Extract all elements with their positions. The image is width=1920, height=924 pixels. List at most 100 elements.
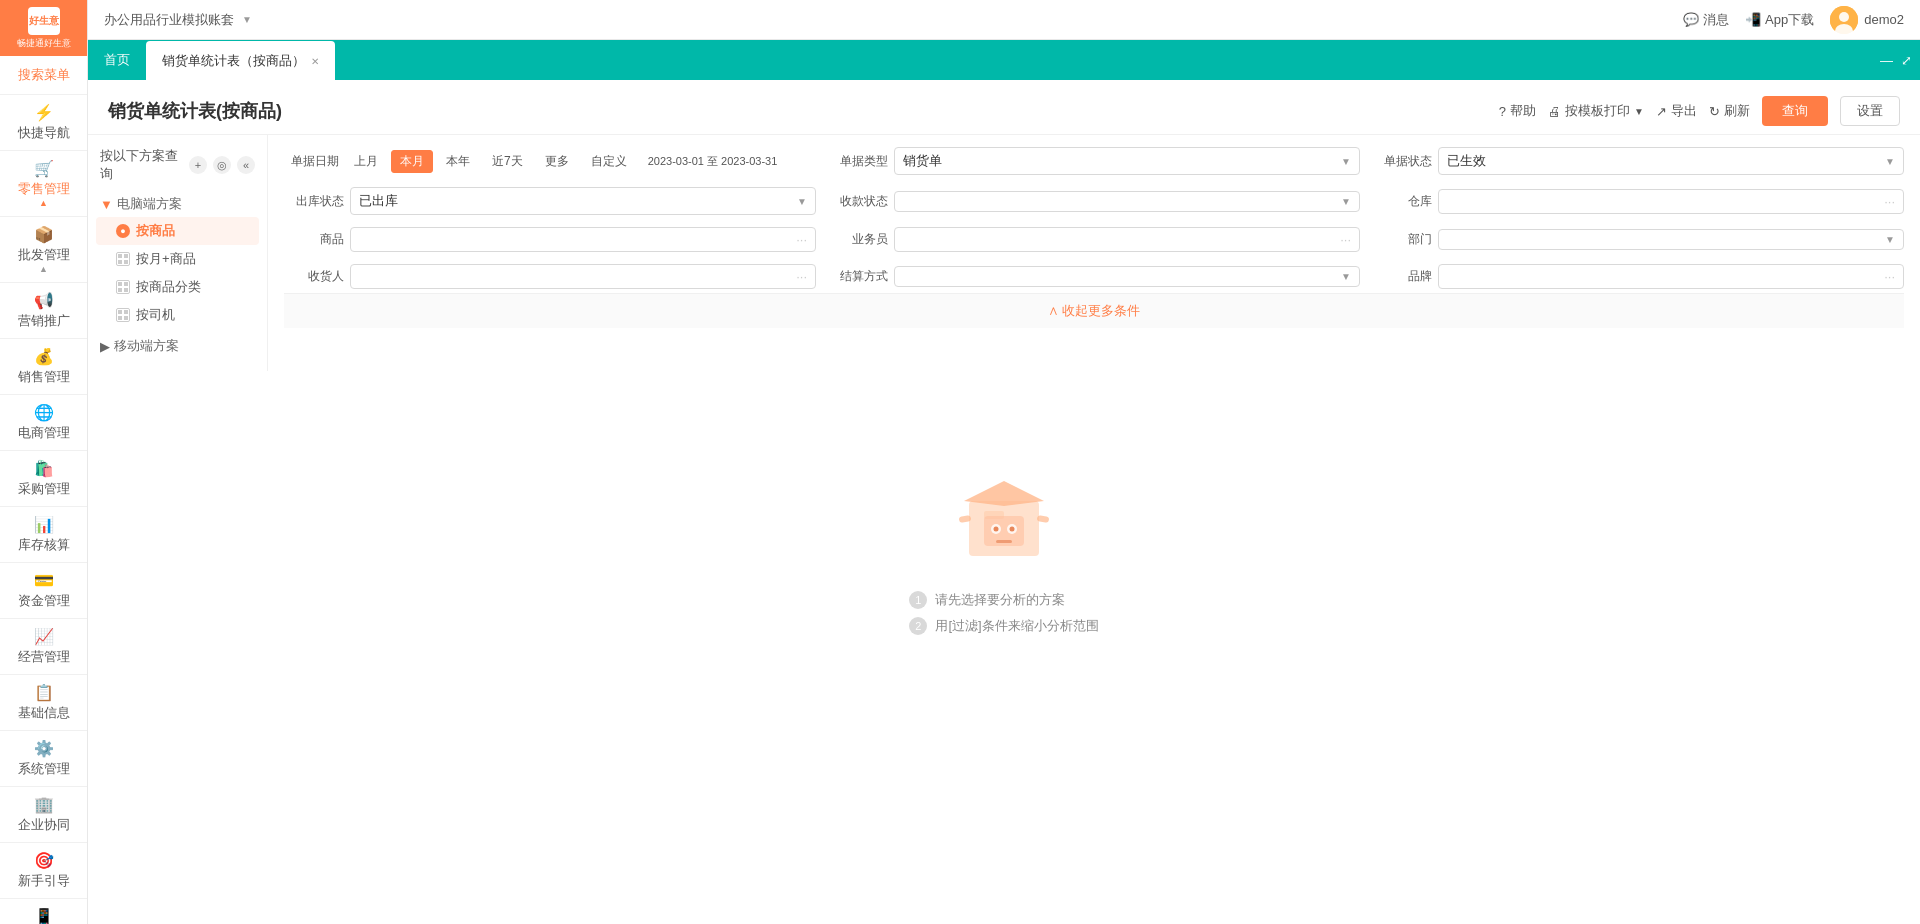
btn-more[interactable]: 更多 xyxy=(536,150,578,173)
right-filter: 单据日期 上月 本月 本年 近7天 更多 自定义 2023-03-01 至 20… xyxy=(268,135,1920,371)
svg-rect-6 xyxy=(124,260,128,264)
tab-close-icon[interactable]: ✕ xyxy=(311,56,319,67)
tab-home[interactable]: 首页 xyxy=(88,40,146,80)
export-button[interactable]: ↗ 导出 xyxy=(1656,102,1697,120)
app-logo: 好生意 畅捷通好生意 xyxy=(0,0,88,56)
pc-section-title[interactable]: ▼ 电脑端方案 xyxy=(96,191,259,217)
department-cell: 部门 ▼ xyxy=(1372,229,1904,250)
warehouse-dots[interactable]: ··· xyxy=(1884,194,1895,209)
scheme-panel: 按以下方案查询 + ◎ « ▼ 电脑端方案 ● xyxy=(88,135,268,371)
sidebar-item-ecommerce[interactable]: 🌐 电商管理 xyxy=(0,395,88,451)
svg-point-22 xyxy=(1010,527,1015,532)
btn-last-7days[interactable]: 近7天 xyxy=(483,150,532,173)
sidebar-item-inventory[interactable]: 📊 库存核算 xyxy=(0,507,88,563)
doc-status-cell: 单据状态 已生效 ▼ xyxy=(1372,147,1904,175)
industry-selector[interactable]: 办公用品行业模拟账套 ▼ xyxy=(104,11,252,29)
btn-custom[interactable]: 自定义 xyxy=(582,150,636,173)
svg-rect-11 xyxy=(118,310,122,314)
sidebar: 好生意 畅捷通好生意 搜索菜单 ⚡ 快捷导航 🛒 零售管理 ▲ 📦 批发管理 ▲… xyxy=(0,0,88,924)
help-icon: ? xyxy=(1499,104,1506,119)
scheme-item-by-product[interactable]: ● 按商品 xyxy=(96,217,259,245)
mobile-section-arrow: ▶ xyxy=(100,339,110,354)
message-button[interactable]: 💬 消息 xyxy=(1683,11,1729,29)
query-button[interactable]: 查询 xyxy=(1762,96,1828,126)
date-label: 单据日期 xyxy=(284,153,339,170)
brand-dots[interactable]: ··· xyxy=(1884,269,1895,284)
product-dots[interactable]: ··· xyxy=(796,232,807,247)
mobile-section-title[interactable]: ▶ 移动端方案 xyxy=(96,333,259,359)
department-select[interactable]: ▼ xyxy=(1438,229,1904,250)
sidebar-item-guide[interactable]: 🎯 新手引导 xyxy=(0,843,88,899)
maximize-icon[interactable]: ⤢ xyxy=(1901,53,1912,68)
retail-icon: 🛒 xyxy=(34,159,54,178)
warehouse-label: 仓库 xyxy=(1372,193,1432,210)
out-status-select[interactable]: 已出库 ▼ xyxy=(350,187,816,215)
svg-rect-9 xyxy=(118,288,122,292)
tab-sales-stat[interactable]: 销货单统计表（按商品） ✕ xyxy=(146,41,335,81)
template-print-button[interactable]: 🖨 按模板打印 ▼ xyxy=(1548,102,1644,120)
svg-rect-3 xyxy=(118,254,122,258)
refresh-button[interactable]: ↻ 刷新 xyxy=(1709,102,1750,120)
sidebar-item-quick-nav[interactable]: ⚡ 快捷导航 xyxy=(0,95,88,151)
scheme-item-by-month-product[interactable]: 按月+商品 xyxy=(96,245,259,273)
app-download-button[interactable]: 📲 App下载 xyxy=(1745,11,1814,29)
doc-status-label: 单据状态 xyxy=(1372,153,1432,170)
scheme-icons: + ◎ « xyxy=(189,156,255,174)
download-icon: 📲 xyxy=(1745,12,1761,27)
user-profile[interactable]: demo2 xyxy=(1830,6,1904,34)
sidebar-item-finance[interactable]: 💳 资金管理 xyxy=(0,563,88,619)
warehouse-input[interactable]: ··· xyxy=(1438,189,1904,214)
btn-this-month[interactable]: 本月 xyxy=(391,150,433,173)
sidebar-item-wholesale[interactable]: 📦 批发管理 ▲ xyxy=(0,217,88,283)
sidebar-item-system[interactable]: ⚙️ 系统管理 xyxy=(0,731,88,787)
main-area: 办公用品行业模拟账套 ▼ 💬 消息 📲 App下载 de xyxy=(88,0,1920,924)
scheme-item-by-machine[interactable]: 按司机 xyxy=(96,301,259,329)
sidebar-item-retail[interactable]: 🛒 零售管理 ▲ xyxy=(0,151,88,217)
minimize-icon[interactable]: — xyxy=(1880,53,1893,68)
print-icon: 🖨 xyxy=(1548,104,1561,119)
help-button[interactable]: ? 帮助 xyxy=(1499,102,1536,120)
collapse-scheme-icon[interactable]: « xyxy=(237,156,255,174)
setting-button[interactable]: 设置 xyxy=(1840,96,1900,126)
salesperson-input[interactable]: ··· xyxy=(894,227,1360,252)
page-container: 销货单统计表(按商品) ? 帮助 🖨 按模板打印 ▼ ↗ 导出 xyxy=(88,80,1920,924)
settings-scheme-icon[interactable]: ◎ xyxy=(213,156,231,174)
filter-row-2: 出库状态 已出库 ▼ 收款状态 ▼ xyxy=(284,187,1904,215)
collapse-bar[interactable]: ∧ 收起更多条件 xyxy=(284,293,1904,328)
logo-icon: 好生意 xyxy=(28,7,60,35)
brand-input[interactable]: ··· xyxy=(1438,264,1904,289)
btn-this-year[interactable]: 本年 xyxy=(437,150,479,173)
sidebar-item-apps[interactable]: 📱 应用中心 xyxy=(0,899,88,924)
scheme-item-by-category[interactable]: 按商品分类 xyxy=(96,273,259,301)
payment-status-select[interactable]: ▼ xyxy=(894,191,1360,212)
salesperson-dots[interactable]: ··· xyxy=(1340,232,1351,247)
date-range: 2023-03-01 至 2023-03-31 xyxy=(648,154,778,169)
consignee-label: 收货人 xyxy=(284,268,344,285)
logo-subtitle: 畅捷通好生意 xyxy=(17,37,71,50)
product-label: 商品 xyxy=(284,231,344,248)
consignee-dots[interactable]: ··· xyxy=(796,269,807,284)
settlement-label: 结算方式 xyxy=(828,268,888,285)
sidebar-item-marketing[interactable]: 📢 营销推广 xyxy=(0,283,88,339)
sidebar-item-basic[interactable]: 📋 基础信息 xyxy=(0,675,88,731)
sidebar-item-purchase[interactable]: 🛍️ 采购管理 xyxy=(0,451,88,507)
empty-svg xyxy=(944,451,1064,571)
consignee-input[interactable]: ··· xyxy=(350,264,816,289)
btn-last-month[interactable]: 上月 xyxy=(345,150,387,173)
operations-icon: 📈 xyxy=(34,627,54,646)
settlement-dropdown-icon: ▼ xyxy=(1341,271,1351,282)
apps-icon: 📱 xyxy=(34,907,54,924)
wholesale-icon: 📦 xyxy=(34,225,54,244)
doc-type-select[interactable]: 销货单 ▼ xyxy=(894,147,1360,175)
search-menu[interactable]: 搜索菜单 xyxy=(0,56,87,95)
add-scheme-icon[interactable]: + xyxy=(189,156,207,174)
avatar-image xyxy=(1830,6,1858,34)
doc-status-select[interactable]: 已生效 ▼ xyxy=(1438,147,1904,175)
consignee-cell: 收货人 ··· xyxy=(284,264,816,289)
product-input[interactable]: ··· xyxy=(350,227,816,252)
brand-label: 品牌 xyxy=(1372,268,1432,285)
sidebar-item-enterprise[interactable]: 🏢 企业协同 xyxy=(0,787,88,843)
settlement-select[interactable]: ▼ xyxy=(894,266,1360,287)
sidebar-item-operations[interactable]: 📈 经营管理 xyxy=(0,619,88,675)
sidebar-item-sales[interactable]: 💰 销售管理 xyxy=(0,339,88,395)
